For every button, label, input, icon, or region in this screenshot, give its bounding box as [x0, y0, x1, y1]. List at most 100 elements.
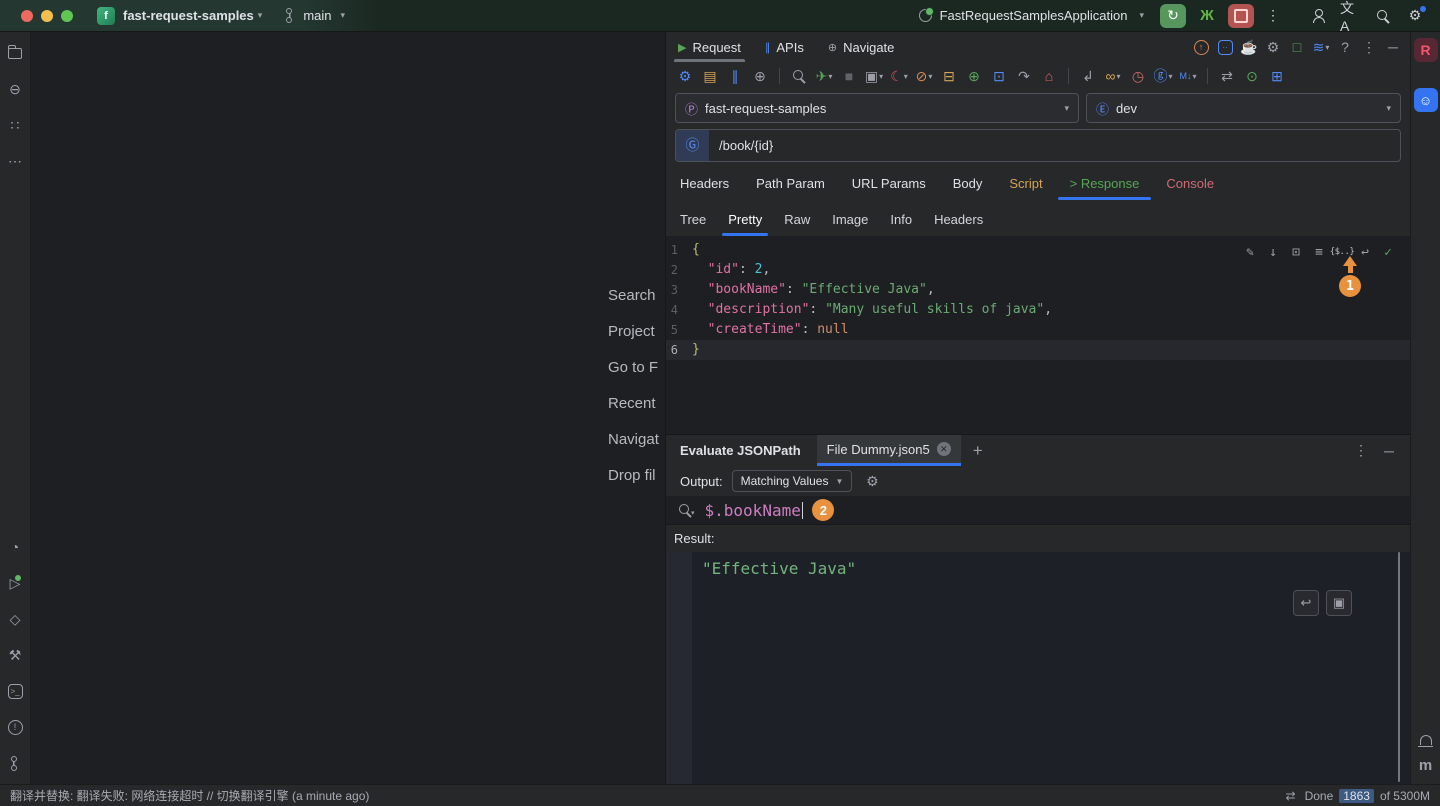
jsonpath-query-input[interactable]: $.bookName — [705, 501, 801, 520]
valid-icon[interactable]: ✓ — [1378, 242, 1398, 262]
status-message[interactable]: 翻译并替换: 翻译失败: 网络连接超时 // 切换翻译引擎 (a minute … — [0, 787, 369, 804]
crescent-icon[interactable]: ☾▾ — [888, 65, 910, 87]
maven-icon[interactable]: m — [1419, 757, 1432, 774]
tab-pretty[interactable]: Pretty — [728, 212, 762, 227]
memory-used[interactable]: 1863 — [1339, 789, 1374, 803]
redo-icon[interactable]: ↷ — [1013, 65, 1035, 87]
terminal-icon[interactable]: >_ — [4, 680, 26, 702]
add-user-icon[interactable] — [1308, 5, 1330, 27]
profiler-icon[interactable]: ◔ — [4, 536, 26, 558]
help-icon[interactable]: ? — [1334, 36, 1356, 58]
ban-icon[interactable]: ⊘▾ — [913, 65, 935, 87]
assistant-plugin-icon[interactable]: ☺ — [1414, 88, 1438, 112]
more-icon[interactable]: ⋮ — [1350, 440, 1372, 462]
services-icon[interactable]: ◇ — [4, 608, 26, 630]
tab-file-dummy-json5[interactable]: File Dummy.json5 ✕ — [817, 435, 961, 466]
output-settings-gear-icon[interactable]: ⚙ — [861, 470, 883, 492]
commit-icon[interactable]: ⊖ — [4, 78, 26, 100]
translate-icon[interactable]: 文A — [1340, 5, 1362, 27]
tab---response[interactable]: > Response — [1070, 176, 1140, 191]
tab-body[interactable]: Body — [953, 176, 983, 191]
vertical-scrollbar[interactable] — [1398, 552, 1400, 782]
settings-icon[interactable]: ⚙ — [1404, 5, 1426, 27]
debug-button[interactable]: Ж — [1194, 4, 1220, 28]
project-folder-icon[interactable] — [4, 42, 26, 64]
robot-icon[interactable]: ·· — [1214, 36, 1236, 58]
tab-request[interactable]: ▶Request — [678, 32, 741, 62]
power-icon[interactable]: ⊙ — [1241, 65, 1263, 87]
search-icon[interactable] — [788, 65, 810, 87]
env-config-icon[interactable]: ▤ — [699, 65, 721, 87]
tab-path-param[interactable]: Path Param — [756, 176, 825, 191]
tab-url-params[interactable]: URL Params — [852, 176, 926, 191]
settings-icon[interactable]: ⚙ — [1262, 36, 1284, 58]
more-actions-button[interactable]: ⋮ — [1262, 5, 1284, 27]
sync-icon[interactable]: ⇄ — [1216, 65, 1238, 87]
clear-icon[interactable]: ⌂ — [1038, 65, 1060, 87]
copy-icon[interactable]: ⊡ — [988, 65, 1010, 87]
magic-wand-icon[interactable]: ✎ — [1240, 242, 1260, 262]
hide-icon[interactable]: ─ — [1382, 36, 1404, 58]
run-icon[interactable] — [4, 572, 26, 594]
tab-image[interactable]: Image — [832, 212, 868, 227]
close-window-button[interactable] — [21, 10, 33, 22]
structure-icon[interactable]: ∷ — [4, 114, 26, 136]
puzzle-icon[interactable]: ⊞ — [1266, 65, 1288, 87]
save-result-button[interactable]: ▣ — [1326, 590, 1352, 616]
github-icon[interactable]: ⓖ▾ — [1152, 65, 1174, 87]
tab-navigate[interactable]: ⊕Navigate — [828, 32, 895, 62]
zoom-window-button[interactable] — [61, 10, 73, 22]
tab-tree[interactable]: Tree — [680, 212, 706, 227]
import-icon[interactable]: ↲ — [1077, 65, 1099, 87]
more-icon[interactable]: ⋮ — [1358, 36, 1380, 58]
build-icon[interactable]: ⚒ — [4, 644, 26, 666]
git-branch-icon[interactable] — [4, 752, 26, 774]
search-history-icon[interactable]: ▾ — [678, 503, 695, 517]
stop-icon[interactable]: ■ — [838, 65, 860, 87]
target-icon[interactable]: ⊕ — [963, 65, 985, 87]
rerun-button[interactable]: ↻ — [1160, 4, 1186, 28]
notifications-bell-icon[interactable] — [1420, 735, 1432, 745]
add-tab-button[interactable]: + — [973, 441, 983, 461]
locate-api-icon[interactable]: ⊕ — [749, 65, 771, 87]
branch-selector[interactable]: main ▾ — [284, 8, 345, 23]
tab-script[interactable]: Script — [1009, 176, 1042, 191]
more-tools-icon[interactable]: ⋯ — [4, 150, 26, 172]
tab-console[interactable]: Console — [1166, 176, 1214, 191]
link-icon[interactable]: ∞▾ — [1102, 65, 1124, 87]
minimize-window-button[interactable] — [41, 10, 53, 22]
url-input[interactable]: Ⓖ /book/{id} — [675, 129, 1401, 162]
problems-icon[interactable]: ! — [4, 716, 26, 738]
toggles-icon[interactable]: ⊟ — [938, 65, 960, 87]
tab-info[interactable]: Info — [890, 212, 912, 227]
download-icon[interactable]: ↓ — [1263, 242, 1283, 262]
expand-icon[interactable]: □ — [1286, 36, 1308, 58]
editor-empty-area[interactable]: SearchProjectGo to FRecentNavigatDrop fi… — [32, 32, 665, 784]
tab-headers[interactable]: Headers — [680, 176, 729, 191]
soft-wrap-button[interactable]: ↩ — [1293, 590, 1319, 616]
save-icon[interactable]: ▣▾ — [863, 65, 885, 87]
project-name[interactable]: fast-request-samples — [123, 8, 254, 23]
fast-request-logo-icon[interactable]: R — [1414, 38, 1438, 62]
history-icon[interactable]: ◷ — [1127, 65, 1149, 87]
api-settings-icon[interactable]: ⚙ — [674, 65, 696, 87]
hide-icon[interactable]: ─ — [1378, 440, 1400, 462]
tab-apis[interactable]: ∥APIs — [765, 32, 804, 62]
project-select[interactable]: Ⓟ fast-request-samples ▾ — [675, 93, 1079, 123]
output-mode-select[interactable]: Matching Values ▼ — [732, 470, 853, 492]
background-tasks-icon[interactable]: ⇄ — [1283, 788, 1299, 804]
result-editor[interactable]: "Effective Java" ↩ ▣ — [666, 552, 1410, 784]
stop-button[interactable] — [1228, 4, 1254, 28]
response-json-editor[interactable]: 1{2 "id": 2,3 "bookName": "Effective Jav… — [666, 236, 1410, 434]
run-configuration[interactable]: FastRequestSamplesApplication — [940, 8, 1128, 23]
format-list-icon[interactable]: ≡ — [1309, 242, 1329, 262]
tab-raw[interactable]: Raw — [784, 212, 810, 227]
tab-headers[interactable]: Headers — [934, 212, 983, 227]
markdown-icon[interactable]: M↓▾ — [1177, 65, 1199, 87]
search-everywhere-icon[interactable] — [1372, 5, 1394, 27]
close-icon[interactable]: ✕ — [937, 442, 951, 456]
environment-select[interactable]: Ⓔ dev ▾ — [1086, 93, 1401, 123]
apis-doc-icon[interactable]: ∥ — [724, 65, 746, 87]
coffee-icon[interactable]: ☕ — [1238, 36, 1260, 58]
layers-icon[interactable]: ≋▾ — [1310, 36, 1332, 58]
